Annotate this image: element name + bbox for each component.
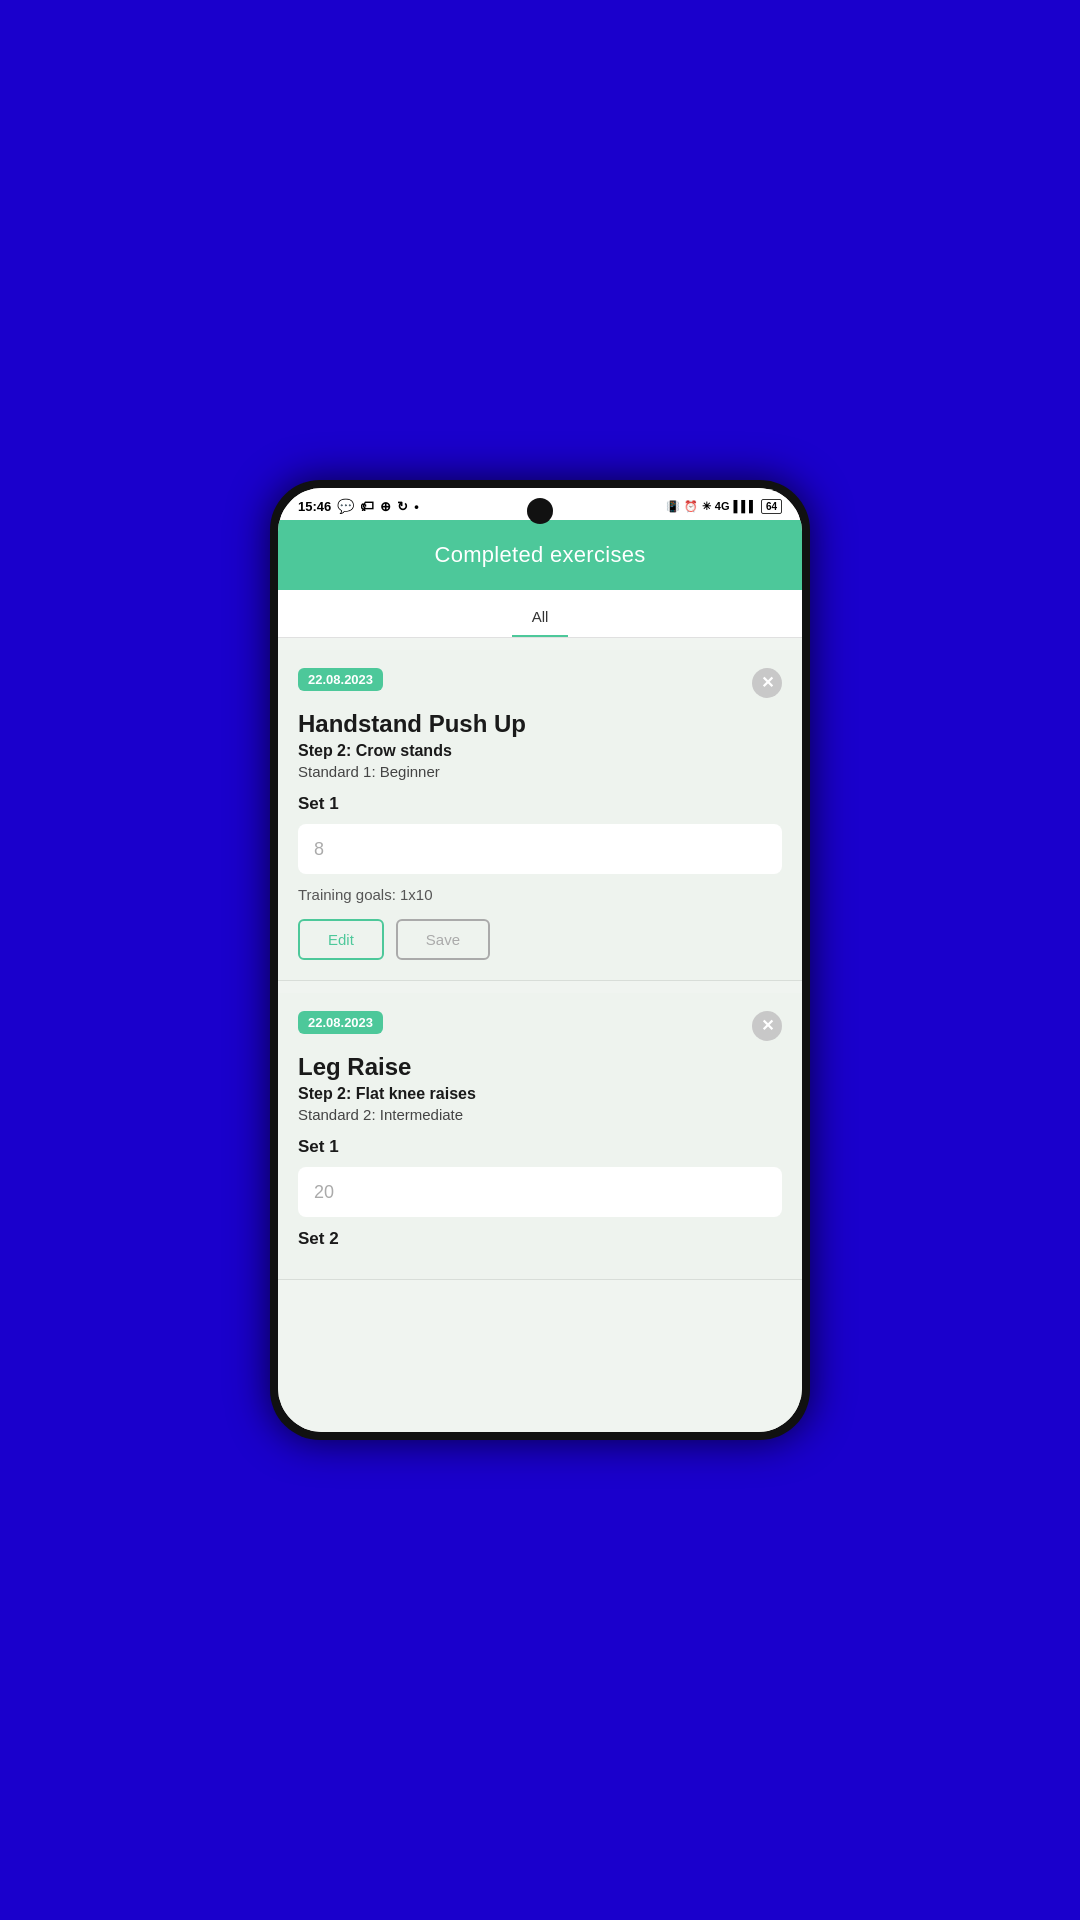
close-icon (761, 675, 774, 691)
battery-icon: 64 (761, 499, 782, 514)
set-label: Set 1 (298, 794, 782, 814)
phone-frame: 15:46 💬 🏷 ⊕ ↻ • 📳 ⏰ ✳ 4G ▌▌▌ 64 Complete… (270, 480, 810, 1440)
vibrate-icon: 📳 (666, 500, 680, 513)
tag-icon: 🏷 (360, 498, 374, 514)
alarm-icon: ⏰ (684, 500, 698, 513)
signal-icon: ▌▌▌ (733, 500, 756, 512)
reps-value: 20 (314, 1182, 334, 1203)
reps-value: 8 (314, 839, 324, 860)
tab-bar: All (278, 590, 802, 638)
save-button[interactable]: Save (396, 919, 490, 960)
camera-notch (527, 498, 553, 524)
exercise-card: 22.08.2023 Handstand Push Up Step 2: Cro… (278, 650, 802, 981)
exercise-card: 22.08.2023 Leg Raise Step 2: Flat knee r… (278, 993, 802, 1280)
date-badge: 22.08.2023 (298, 668, 383, 691)
card-header: 22.08.2023 (298, 668, 782, 698)
exercise-step: Step 2: Flat knee raises (298, 1085, 782, 1103)
date-badge: 22.08.2023 (298, 1011, 383, 1034)
sync-icon: ↻ (397, 499, 408, 514)
close-button[interactable] (752, 668, 782, 698)
network-icon: 4G (715, 500, 730, 512)
phone-screen: 15:46 💬 🏷 ⊕ ↻ • 📳 ⏰ ✳ 4G ▌▌▌ 64 Complete… (278, 488, 802, 1432)
exercise-standard: Standard 1: Beginner (298, 763, 782, 780)
time: 15:46 (298, 499, 331, 514)
tab-all[interactable]: All (512, 602, 569, 637)
close-button[interactable] (752, 1011, 782, 1041)
bluetooth-icon: ✳ (702, 500, 711, 513)
dot-icon: • (414, 499, 419, 514)
whatsapp-icon: 💬 (337, 498, 354, 514)
exercise-standard: Standard 2: Intermediate (298, 1106, 782, 1123)
close-icon (761, 1018, 774, 1034)
app-header: Completed exercises (278, 520, 802, 590)
status-left: 15:46 💬 🏷 ⊕ ↻ • (298, 498, 419, 514)
set-label-2: Set 2 (298, 1229, 782, 1249)
exercise-title: Handstand Push Up (298, 710, 782, 738)
exercise-step: Step 2: Crow stands (298, 742, 782, 760)
status-right: 📳 ⏰ ✳ 4G ▌▌▌ 64 (666, 499, 782, 514)
reps-box: 8 (298, 824, 782, 874)
reps-box: 20 (298, 1167, 782, 1217)
training-goals: Training goals: 1x10 (298, 886, 782, 903)
page-title: Completed exercises (298, 542, 782, 568)
card-header: 22.08.2023 (298, 1011, 782, 1041)
exercise-title: Leg Raise (298, 1053, 782, 1081)
set-label: Set 1 (298, 1137, 782, 1157)
chrome-icon: ⊕ (380, 499, 391, 514)
card-actions: Edit Save (298, 919, 782, 960)
content-area: 22.08.2023 Handstand Push Up Step 2: Cro… (278, 638, 802, 1432)
edit-button[interactable]: Edit (298, 919, 384, 960)
